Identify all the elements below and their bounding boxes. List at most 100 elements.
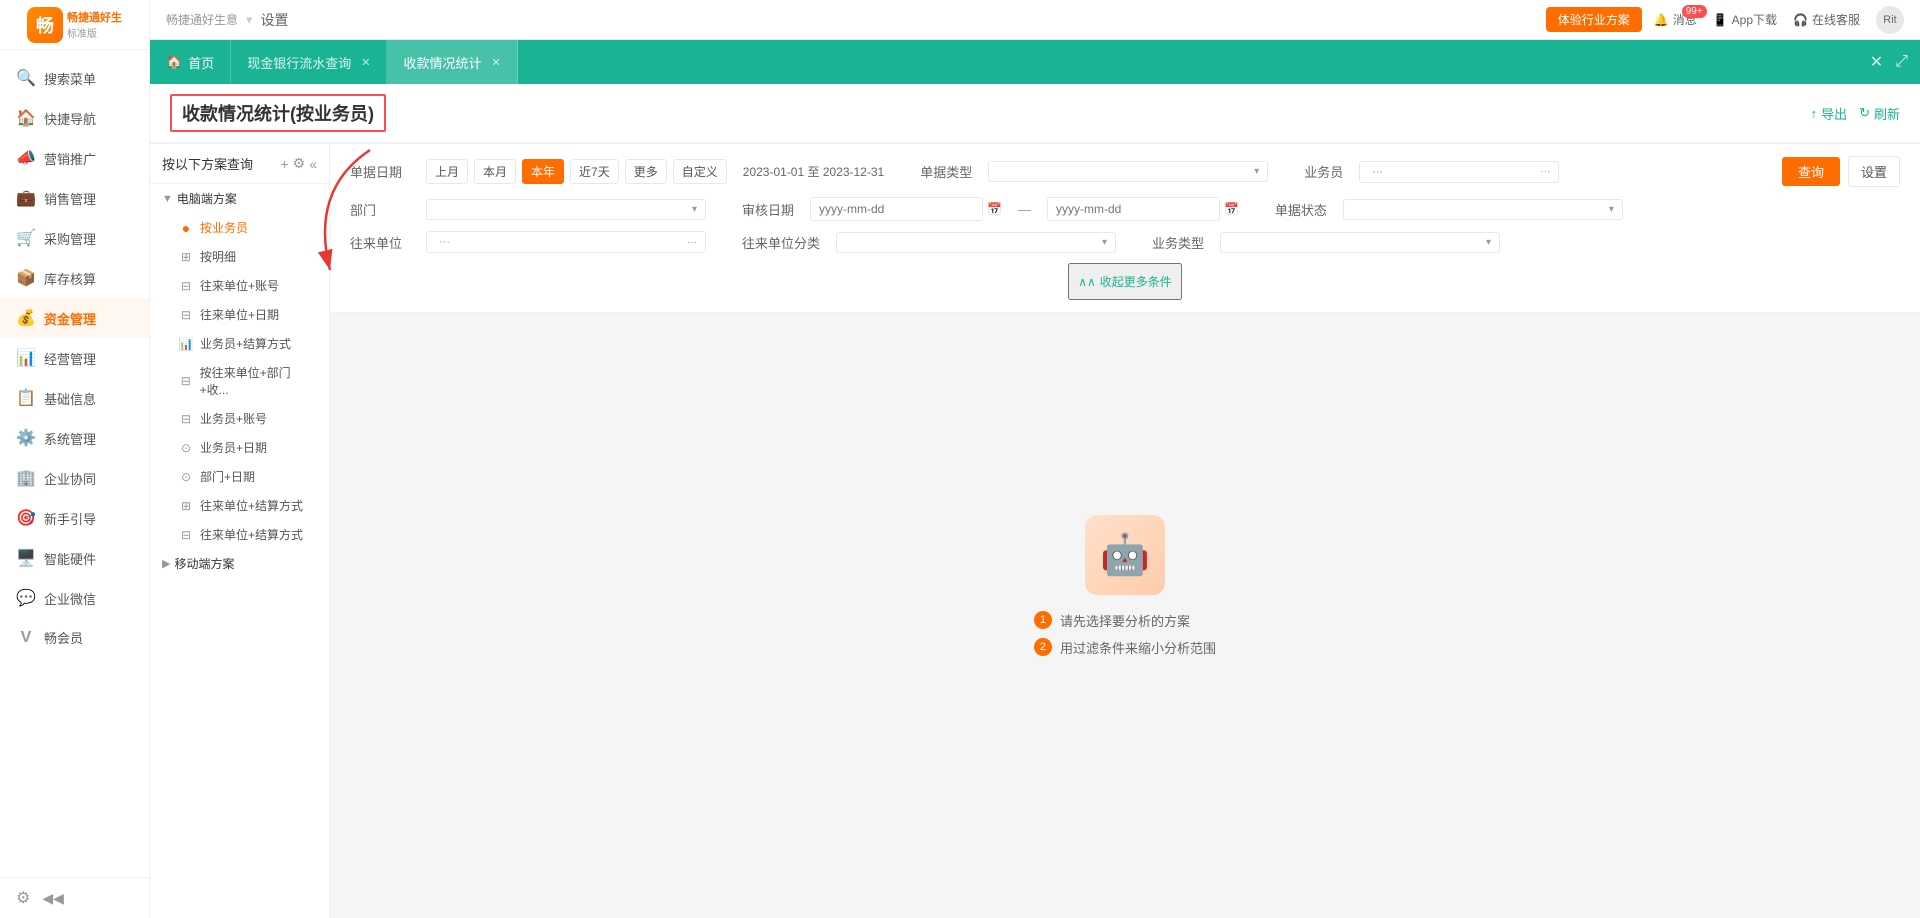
salesman-more-icon[interactable]: ··· xyxy=(1372,166,1383,178)
review-date-to-input[interactable] xyxy=(1047,197,1220,221)
doc-status-chevron-icon: ▾ xyxy=(1609,204,1614,215)
sidebar-item-search[interactable]: 🔍 搜索菜单 xyxy=(0,58,149,98)
review-date-from-input[interactable] xyxy=(810,197,983,221)
sidebar-item-hardware[interactable]: 🖥️ 智能硬件 xyxy=(0,538,149,578)
sidebar-item-label: 企业微信 xyxy=(44,589,96,608)
scheme-item-label: 往来单位+日期 xyxy=(200,306,279,323)
message-button[interactable]: 🔔 消息 99+ xyxy=(1654,11,1697,28)
scheme-category-pc[interactable]: ▼ 电脑端方案 xyxy=(150,184,329,213)
biz-type-chevron-icon: ▾ xyxy=(1486,237,1491,248)
top-header-left: 畅捷通好生意 ▾ 设置 xyxy=(166,10,1534,30)
app-download-button[interactable]: 📱 App下载 xyxy=(1713,11,1777,28)
scheme-category-mobile[interactable]: ▶ 移动端方案 xyxy=(150,549,329,578)
sidebar-item-basic-info[interactable]: 📋 基础信息 xyxy=(0,378,149,418)
sidebar-item-label: 销售管理 xyxy=(44,189,96,208)
scheme-item-salesman-date[interactable]: ⊙ 业务员+日期 xyxy=(150,433,329,462)
biz-type-select[interactable]: ▾ xyxy=(1220,232,1500,253)
review-date-from-calendar-icon[interactable]: 📅 xyxy=(987,202,1002,216)
tab-receipt-stats-close[interactable]: ✕ xyxy=(491,56,500,69)
page-header: 收款情况统计(按业务员) ↑ 导出 ↻ 刷新 xyxy=(150,84,1920,144)
sidebar-item-enterprise[interactable]: 🏢 企业协同 xyxy=(0,458,149,498)
app-name: 畅捷通好生 xyxy=(67,9,122,25)
scheme-settings-button[interactable]: ⚙ xyxy=(293,155,306,172)
app-logo-icon: 畅 xyxy=(27,7,63,43)
salesman-select[interactable]: ··· ··· xyxy=(1359,161,1559,183)
scheme-item-partner-settle2[interactable]: ⊟ 往来单位+结算方式 xyxy=(150,520,329,549)
empty-state-area: 🤖 1 请先选择要分析的方案 2 用过滤条件来缩小分析范围 xyxy=(330,313,1920,918)
phone-icon: 📱 xyxy=(1713,13,1728,27)
doc-type-select[interactable]: ▾ xyxy=(988,161,1268,182)
scheme-item-by-salesman[interactable]: ● 按业务员 xyxy=(150,213,329,242)
partner-select[interactable]: ··· ··· xyxy=(426,231,706,253)
scheme-item-salesman-settle[interactable]: 📊 业务员+结算方式 xyxy=(150,329,329,358)
query-button[interactable]: 查询 xyxy=(1782,157,1840,186)
scheme-collapse-button[interactable]: « xyxy=(309,156,317,172)
this-month-btn[interactable]: 本月 xyxy=(474,159,516,184)
sidebar-item-quick-nav[interactable]: 🏠 快捷导航 xyxy=(0,98,149,138)
refresh-button[interactable]: ↻ 刷新 xyxy=(1859,104,1900,123)
tab-receipt-stats[interactable]: 收款情况统计 ✕ xyxy=(387,40,517,84)
last-month-btn[interactable]: 上月 xyxy=(426,159,468,184)
tab-bank-flow[interactable]: 现金银行流水查询 ✕ xyxy=(231,40,387,84)
scheme-category-pc-label: 电脑端方案 xyxy=(177,190,237,207)
salesman-chevron-icon: ··· xyxy=(1540,166,1550,177)
settings-gear-btn[interactable]: 设置 xyxy=(261,10,289,30)
app-edition: 标准版 xyxy=(67,25,122,40)
more-date-btn[interactable]: 更多 xyxy=(625,159,667,184)
scheme-item-partner-date[interactable]: ⊟ 往来单位+日期 xyxy=(150,300,329,329)
scheme-item-partner-settle1[interactable]: ⊞ 往来单位+结算方式 xyxy=(150,491,329,520)
review-date-to-calendar-icon[interactable]: 📅 xyxy=(1224,202,1239,216)
export-label: 导出 xyxy=(1821,104,1847,123)
scheme-item-partner-account[interactable]: ⊟ 往来单位+账号 xyxy=(150,271,329,300)
scheme-item-dept-date[interactable]: ⊙ 部门+日期 xyxy=(150,462,329,491)
tab-home-label: 首页 xyxy=(188,53,214,72)
search-menu-icon: 🔍 xyxy=(16,68,36,88)
sidebar-item-guide[interactable]: 🎯 新手引导 xyxy=(0,498,149,538)
filter-settings-button[interactable]: 设置 xyxy=(1848,156,1900,187)
scheme-add-button[interactable]: + xyxy=(280,156,288,172)
sidebar-item-label: 经营管理 xyxy=(44,349,96,368)
sidebar-item-operation[interactable]: 📊 经营管理 xyxy=(0,338,149,378)
collapse-label: 收起更多条件 xyxy=(1100,273,1172,290)
user-avatar[interactable]: Rit xyxy=(1876,6,1904,34)
window-close-icon[interactable]: ✕ xyxy=(1870,52,1883,72)
export-button[interactable]: ↑ 导出 xyxy=(1811,104,1848,123)
date-options-group: 上月 本月 本年 近7天 更多 自定义 xyxy=(426,159,727,184)
dept-select[interactable]: ▾ xyxy=(426,199,706,220)
last-7days-btn[interactable]: 近7天 xyxy=(570,159,619,184)
sidebar-item-finance[interactable]: 💰 资金管理 xyxy=(0,298,149,338)
sidebar-item-label: 畅会员 xyxy=(44,628,83,647)
sidebar-item-sales[interactable]: 💼 销售管理 xyxy=(0,178,149,218)
collapse-row: ∧∧ 收起更多条件 xyxy=(350,263,1900,300)
window-maximize-icon[interactable]: ⤢ xyxy=(1895,53,1908,71)
scheme-item-by-detail[interactable]: ⊞ 按明细 xyxy=(150,242,329,271)
tab-home[interactable]: 🏠 首页 xyxy=(150,40,231,84)
online-service-button[interactable]: 🎧 在线客服 xyxy=(1793,11,1860,28)
sidebar-item-system[interactable]: ⚙️ 系统管理 xyxy=(0,418,149,458)
partner-category-select[interactable]: ▾ xyxy=(836,232,1116,253)
collapse-more-button[interactable]: ∧∧ 收起更多条件 xyxy=(1068,263,1182,300)
doc-status-select[interactable]: ▾ xyxy=(1343,199,1623,220)
sidebar-collapse-icon[interactable]: ◀◀ xyxy=(42,890,64,907)
dept-date-icon: ⊙ xyxy=(178,470,194,484)
sidebar-item-marketing[interactable]: 📣 营销推广 xyxy=(0,138,149,178)
scheme-item-label: 业务员+结算方式 xyxy=(200,335,291,352)
custom-date-btn[interactable]: 自定义 xyxy=(673,159,727,184)
page-actions: ↑ 导出 ↻ 刷新 xyxy=(1811,104,1900,123)
scheme-item-partner-dept-recv[interactable]: ⊟ 按往来单位+部门+收... xyxy=(150,358,329,404)
sidebar-item-wechat[interactable]: 💬 企业微信 xyxy=(0,578,149,618)
tab-bank-flow-close[interactable]: ✕ xyxy=(361,56,370,69)
purchase-icon: 🛒 xyxy=(16,228,36,248)
partner-more-icon[interactable]: ··· xyxy=(439,236,450,248)
content-area: 按以下方案查询 + ⚙ « ▼ 电脑端方案 ● 按业务员 xyxy=(150,144,1920,918)
sidebar-item-vip[interactable]: V 畅会员 xyxy=(0,618,149,657)
sidebar-item-purchase[interactable]: 🛒 采购管理 xyxy=(0,218,149,258)
scheme-item-salesman-account[interactable]: ⊟ 业务员+账号 xyxy=(150,404,329,433)
sidebar-settings-icon[interactable]: ⚙ xyxy=(16,888,30,908)
doc-type-group: 单据类型 xyxy=(920,162,972,181)
review-date-to-group: 📅 xyxy=(1047,197,1239,221)
trial-button[interactable]: 体验行业方案 xyxy=(1546,7,1642,32)
sidebar-item-inventory[interactable]: 📦 库存核算 xyxy=(0,258,149,298)
this-year-btn[interactable]: 本年 xyxy=(522,159,564,184)
partner-cat-chevron-icon: ▾ xyxy=(1102,237,1107,248)
